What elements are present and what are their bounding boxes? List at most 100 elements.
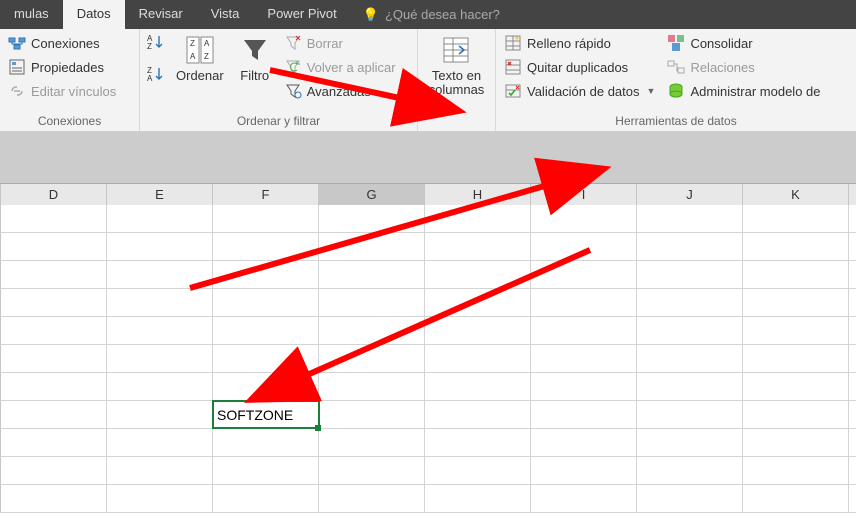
cell[interactable] (1, 373, 107, 400)
cell[interactable] (849, 205, 856, 232)
avanzadas-button[interactable]: Avanzadas (282, 81, 398, 101)
cell[interactable] (425, 233, 531, 260)
cell[interactable] (531, 233, 637, 260)
cell[interactable] (107, 457, 213, 484)
cell[interactable] (743, 289, 849, 316)
cell[interactable] (1, 289, 107, 316)
cell[interactable] (849, 317, 856, 344)
cell[interactable] (531, 373, 637, 400)
cell[interactable] (107, 429, 213, 456)
cell[interactable] (319, 401, 425, 428)
cell[interactable] (425, 205, 531, 232)
cell[interactable] (1, 457, 107, 484)
column-header-F[interactable]: F (213, 184, 319, 205)
cell[interactable] (1, 345, 107, 372)
cell[interactable] (107, 261, 213, 288)
cell[interactable] (637, 261, 743, 288)
cell[interactable] (319, 373, 425, 400)
cell[interactable] (1, 401, 107, 428)
cell[interactable] (213, 345, 319, 372)
cell[interactable] (637, 205, 743, 232)
column-header-K[interactable]: K (743, 184, 849, 205)
cell[interactable] (637, 457, 743, 484)
filtro-button[interactable]: Filtro (236, 33, 274, 85)
cell[interactable] (213, 429, 319, 456)
cell[interactable] (743, 457, 849, 484)
cell[interactable] (107, 485, 213, 512)
relleno-rapido-button[interactable]: Relleno rápido (502, 33, 657, 53)
cell[interactable] (849, 233, 856, 260)
cell[interactable] (319, 205, 425, 232)
cell[interactable] (531, 345, 637, 372)
cell[interactable] (637, 401, 743, 428)
column-header-I[interactable]: I (531, 184, 637, 205)
cell[interactable] (319, 261, 425, 288)
cell[interactable] (637, 289, 743, 316)
cell[interactable] (743, 233, 849, 260)
texto-en-columnas-button[interactable]: Texto encolumnas (425, 33, 489, 100)
cell[interactable] (531, 457, 637, 484)
cell[interactable] (849, 261, 856, 288)
cell[interactable] (637, 345, 743, 372)
cell[interactable] (531, 289, 637, 316)
cell[interactable] (425, 401, 531, 428)
consolidar-button[interactable]: Consolidar (665, 33, 822, 53)
tab-formulas-partial[interactable]: mulas (0, 0, 63, 29)
cell[interactable] (425, 317, 531, 344)
cell[interactable] (213, 233, 319, 260)
cell[interactable] (213, 261, 319, 288)
volver-aplicar-button[interactable]: Volver a aplicar (282, 57, 398, 77)
ordenar-button[interactable]: ZAAZ Ordenar (172, 33, 228, 85)
cell[interactable] (425, 345, 531, 372)
cell[interactable] (1, 317, 107, 344)
administrar-modelo-button[interactable]: Administrar modelo de (665, 81, 822, 101)
column-header-H[interactable]: H (425, 184, 531, 205)
cell[interactable] (743, 261, 849, 288)
cell[interactable] (531, 317, 637, 344)
cell[interactable] (1, 429, 107, 456)
cell[interactable] (107, 233, 213, 260)
tab-vista[interactable]: Vista (197, 0, 254, 29)
cell[interactable] (107, 401, 213, 428)
tab-revisar[interactable]: Revisar (125, 0, 197, 29)
cell[interactable] (531, 401, 637, 428)
cell[interactable] (1, 205, 107, 232)
cell[interactable] (213, 289, 319, 316)
cell[interactable] (743, 373, 849, 400)
cell[interactable] (531, 261, 637, 288)
validacion-datos-button[interactable]: Validación de datos ▼ (502, 81, 657, 101)
cell[interactable] (1, 233, 107, 260)
cell[interactable] (425, 429, 531, 456)
cell[interactable] (637, 233, 743, 260)
cell[interactable] (531, 205, 637, 232)
cell[interactable] (637, 485, 743, 512)
cell[interactable] (425, 457, 531, 484)
cell[interactable] (107, 345, 213, 372)
cell[interactable] (849, 485, 856, 512)
cell[interactable] (319, 233, 425, 260)
cell[interactable] (213, 317, 319, 344)
quitar-duplicados-button[interactable]: Quitar duplicados (502, 57, 657, 77)
cell[interactable] (849, 345, 856, 372)
tab-datos[interactable]: Datos (63, 0, 125, 29)
cell[interactable] (743, 317, 849, 344)
cell[interactable] (319, 345, 425, 372)
cell[interactable] (849, 373, 856, 400)
cell[interactable] (213, 205, 319, 232)
cell[interactable] (637, 373, 743, 400)
tell-me-search[interactable]: 💡 ¿Qué desea hacer? (351, 0, 512, 29)
cell[interactable] (637, 317, 743, 344)
sort-desc-icon[interactable]: ZA (146, 65, 164, 83)
column-header-G[interactable]: G (319, 184, 425, 205)
cell[interactable] (213, 373, 319, 400)
cell[interactable] (107, 317, 213, 344)
conexiones-button[interactable]: Conexiones (6, 33, 118, 53)
sort-asc-icon[interactable]: AZ (146, 33, 164, 51)
cell[interactable] (319, 457, 425, 484)
cell[interactable] (1, 485, 107, 512)
cell[interactable] (531, 429, 637, 456)
cell[interactable] (743, 401, 849, 428)
tab-power-pivot[interactable]: Power Pivot (253, 0, 350, 29)
cell[interactable] (107, 205, 213, 232)
cell[interactable] (213, 485, 319, 512)
